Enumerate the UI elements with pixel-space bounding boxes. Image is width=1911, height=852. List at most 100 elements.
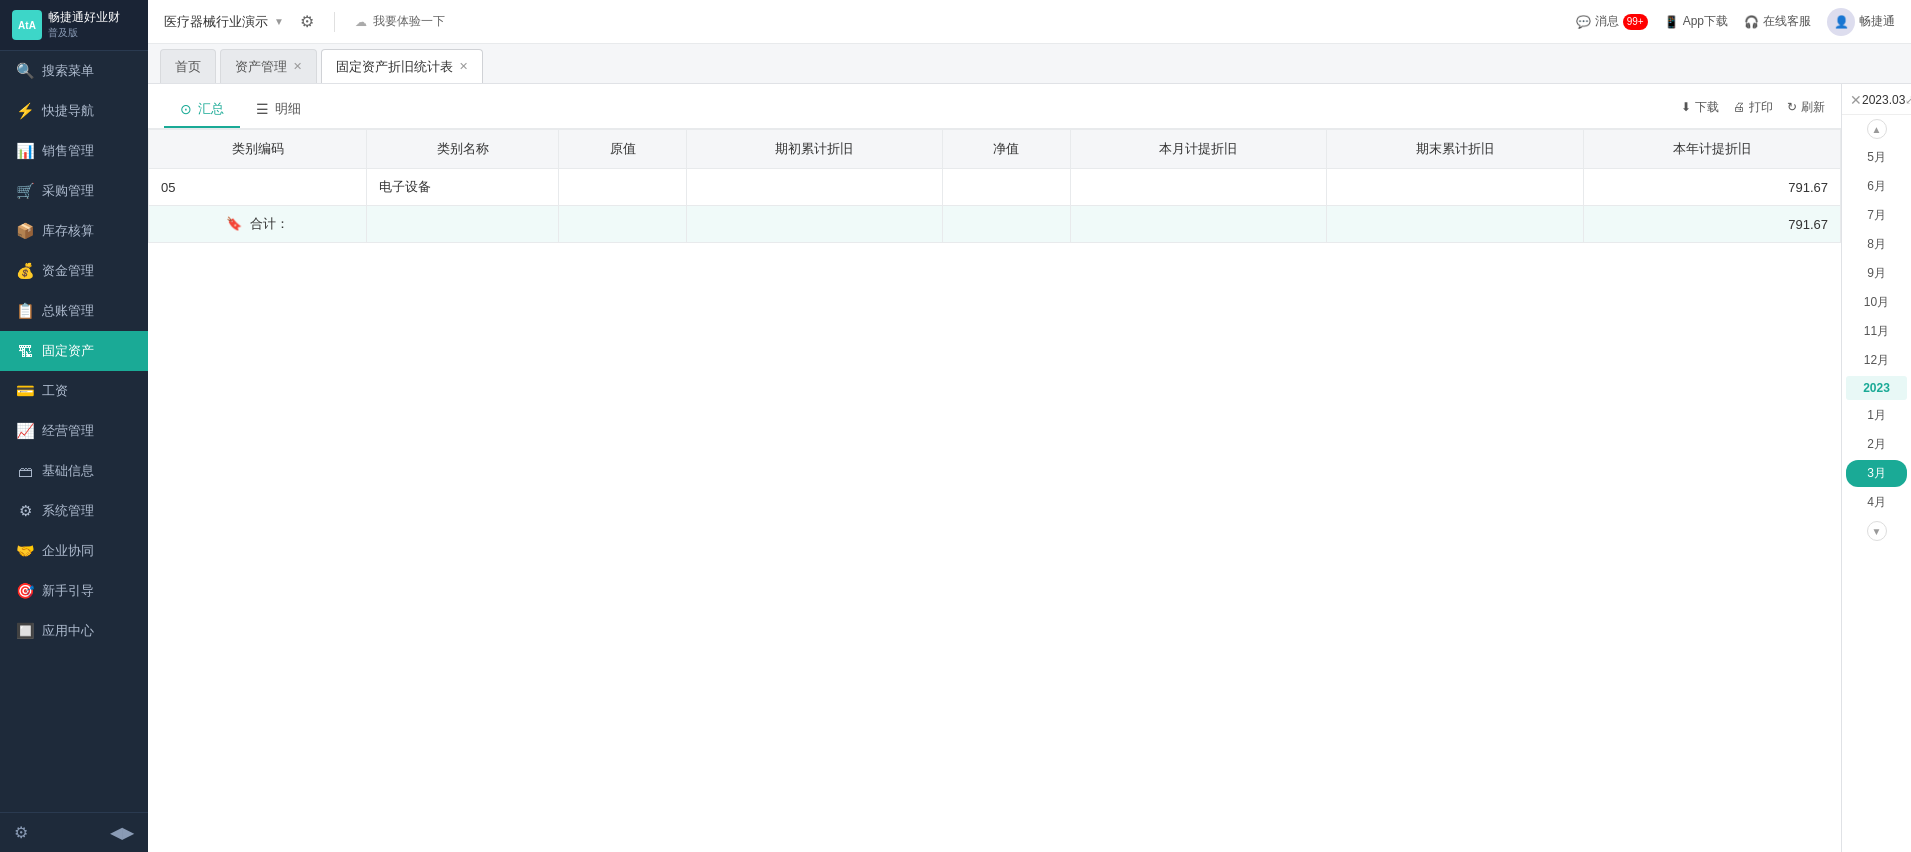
sidebar-bottom: ⚙ ◀▶ [0,812,148,852]
content-inner: ⊙ 汇总 ☰ 明细 ⬇ 下载 🖨 打印 [148,84,1841,852]
enterprise-icon: 🤝 [16,542,34,560]
print-icon: 🖨 [1733,100,1745,114]
sidebar-item-payroll[interactable]: 💳 工资 [0,371,148,411]
topbar-trial[interactable]: ☁ 我要体验一下 [355,13,445,30]
tab-asset-mgmt-close[interactable]: ✕ [293,60,302,73]
date-panel: ✕ 2023.03 ⤢ ▲ 5月 6月 7月 8月 9月 10月 11月 12月… [1841,84,1911,852]
col-header-end-accum: 期末累计折旧 [1327,130,1584,169]
topbar: 医疗器械行业演示 ▼ ⚙ ☁ 我要体验一下 💬 消息 99+ 📱 App下载 🎧… [148,0,1911,44]
date-month-12[interactable]: 12月 [1846,347,1907,374]
date-month-11[interactable]: 11月 [1846,318,1907,345]
sidebar-item-basic-info[interactable]: 🗃 基础信息 [0,451,148,491]
total-original-cell [559,206,686,243]
sidebar-item-enterprise[interactable]: 🤝 企业协同 [0,531,148,571]
date-month-10[interactable]: 10月 [1846,289,1907,316]
sales-icon: 📊 [16,142,34,160]
tab-depreciation[interactable]: 固定资产折旧统计表 ✕ [321,49,483,83]
sidebar-item-fixed-assets[interactable]: 🏗 固定资产 [0,331,148,371]
col-header-initial-accum: 期初累计折旧 [686,130,943,169]
topbar-divider [334,12,335,32]
sidebar-item-app-center[interactable]: 🔲 应用中心 [0,611,148,651]
print-button[interactable]: 🖨 打印 [1733,99,1773,116]
app-download-button[interactable]: 📱 App下载 [1664,13,1728,30]
date-panel-close-icon[interactable]: ✕ [1850,92,1862,108]
total-icon: 🔖 [226,216,242,231]
total-end-accum-cell [1327,206,1584,243]
messages-icon: 💬 [1576,15,1591,29]
toolbar-actions: ⬇ 下载 🖨 打印 ↻ 刷新 [1681,99,1825,116]
topbar-right: 💬 消息 99+ 📱 App下载 🎧 在线客服 👤 畅捷通 [1576,8,1895,36]
total-net-cell [943,206,1070,243]
date-month-9[interactable]: 9月 [1846,260,1907,287]
settings-icon[interactable]: ⚙ [14,823,28,842]
refresh-icon: ↻ [1787,100,1797,114]
sidebar-item-system[interactable]: ⚙ 系统管理 [0,491,148,531]
company-name: 医疗器械行业演示 [164,13,268,31]
tab-asset-mgmt[interactable]: 资产管理 ✕ [220,49,317,83]
sidebar-item-sales[interactable]: 📊 销售管理 [0,131,148,171]
app-logo-text: 畅捷通好业财 普及版 [48,10,120,40]
total-annual-dep-cell: 791.67 [1584,206,1841,243]
sidebar-item-guide[interactable]: 🎯 新手引导 [0,571,148,611]
messages-button[interactable]: 💬 消息 99+ [1576,13,1648,30]
inventory-icon: 📦 [16,222,34,240]
sidebar-item-quick-nav[interactable]: ⚡ 快捷导航 [0,91,148,131]
download-icon: ⬇ [1681,100,1691,114]
date-month-2[interactable]: 2月 [1846,431,1907,458]
sidebar-item-ledger[interactable]: 📋 总账管理 [0,291,148,331]
user-menu[interactable]: 👤 畅捷通 [1827,8,1895,36]
download-button[interactable]: ⬇ 下载 [1681,99,1719,116]
date-month-4[interactable]: 4月 [1846,489,1907,516]
cell-net [943,169,1070,206]
subtabbar: ⊙ 汇总 ☰ 明细 ⬇ 下载 🖨 打印 [148,84,1841,129]
tab-home[interactable]: 首页 [160,49,216,83]
ledger-icon: 📋 [16,302,34,320]
depreciation-table: 类别编码 类别名称 原值 期初累计折旧 净值 本月计提折旧 期末累计折旧 本年计… [148,129,1841,243]
sidebar-item-finance[interactable]: 💰 资金管理 [0,251,148,291]
payroll-icon: 💳 [16,382,34,400]
cell-end-accum [1327,169,1584,206]
operations-icon: 📈 [16,422,34,440]
table-row: 05 电子设备 791.67 [149,169,1841,206]
sidebar: AtA 畅捷通好业财 普及版 🔍 搜索菜单 ⚡ 快捷导航 📊 销售管理 🛒 采购… [0,0,148,852]
company-arrow-icon: ▼ [274,16,284,27]
col-header-annual-dep: 本年计提折旧 [1584,130,1841,169]
col-header-original: 原值 [559,130,686,169]
table-wrapper: 类别编码 类别名称 原值 期初累计折旧 净值 本月计提折旧 期末累计折旧 本年计… [148,129,1841,852]
date-month-7[interactable]: 7月 [1846,202,1907,229]
date-month-6[interactable]: 6月 [1846,173,1907,200]
quick-nav-icon: ⚡ [16,102,34,120]
date-month-5[interactable]: 5月 [1846,144,1907,171]
search-icon: 🔍 [16,62,34,80]
col-header-monthly-dep: 本月计提折旧 [1070,130,1327,169]
date-panel-expand-icon[interactable]: ⤢ [1905,93,1911,107]
subtab-detail[interactable]: ☰ 明细 [240,94,317,128]
total-initial-accum-cell [686,206,943,243]
collapse-icon[interactable]: ◀▶ [110,823,134,842]
subtab-summary[interactable]: ⊙ 汇总 [164,94,240,128]
cell-monthly-dep [1070,169,1327,206]
app-logo-icon: AtA [12,10,42,40]
sidebar-item-operations[interactable]: 📈 经营管理 [0,411,148,451]
date-month-1[interactable]: 1月 [1846,402,1907,429]
date-month-3-active[interactable]: 3月 [1846,460,1907,487]
sidebar-item-purchase[interactable]: 🛒 采购管理 [0,171,148,211]
customer-service-button[interactable]: 🎧 在线客服 [1744,13,1811,30]
date-panel-title: 2023.03 [1862,93,1905,107]
total-label-cell: 🔖 合计： [149,206,367,243]
company-selector[interactable]: 医疗器械行业演示 ▼ [164,13,284,31]
topbar-settings-icon[interactable]: ⚙ [300,12,314,31]
date-panel-scroll-up[interactable]: ▲ [1867,119,1887,139]
sidebar-item-inventory[interactable]: 📦 库存核算 [0,211,148,251]
sidebar-item-search[interactable]: 🔍 搜索菜单 [0,51,148,91]
content-area: ⊙ 汇总 ☰ 明细 ⬇ 下载 🖨 打印 [148,84,1911,852]
subtabs: ⊙ 汇总 ☰ 明细 [164,94,317,128]
tab-depreciation-close[interactable]: ✕ [459,60,468,73]
app-center-icon: 🔲 [16,622,34,640]
date-panel-scroll-down[interactable]: ▼ [1867,521,1887,541]
refresh-button[interactable]: ↻ 刷新 [1787,99,1825,116]
purchase-icon: 🛒 [16,182,34,200]
trial-icon: ☁ [355,15,367,29]
date-month-8[interactable]: 8月 [1846,231,1907,258]
basic-info-icon: 🗃 [16,463,34,480]
